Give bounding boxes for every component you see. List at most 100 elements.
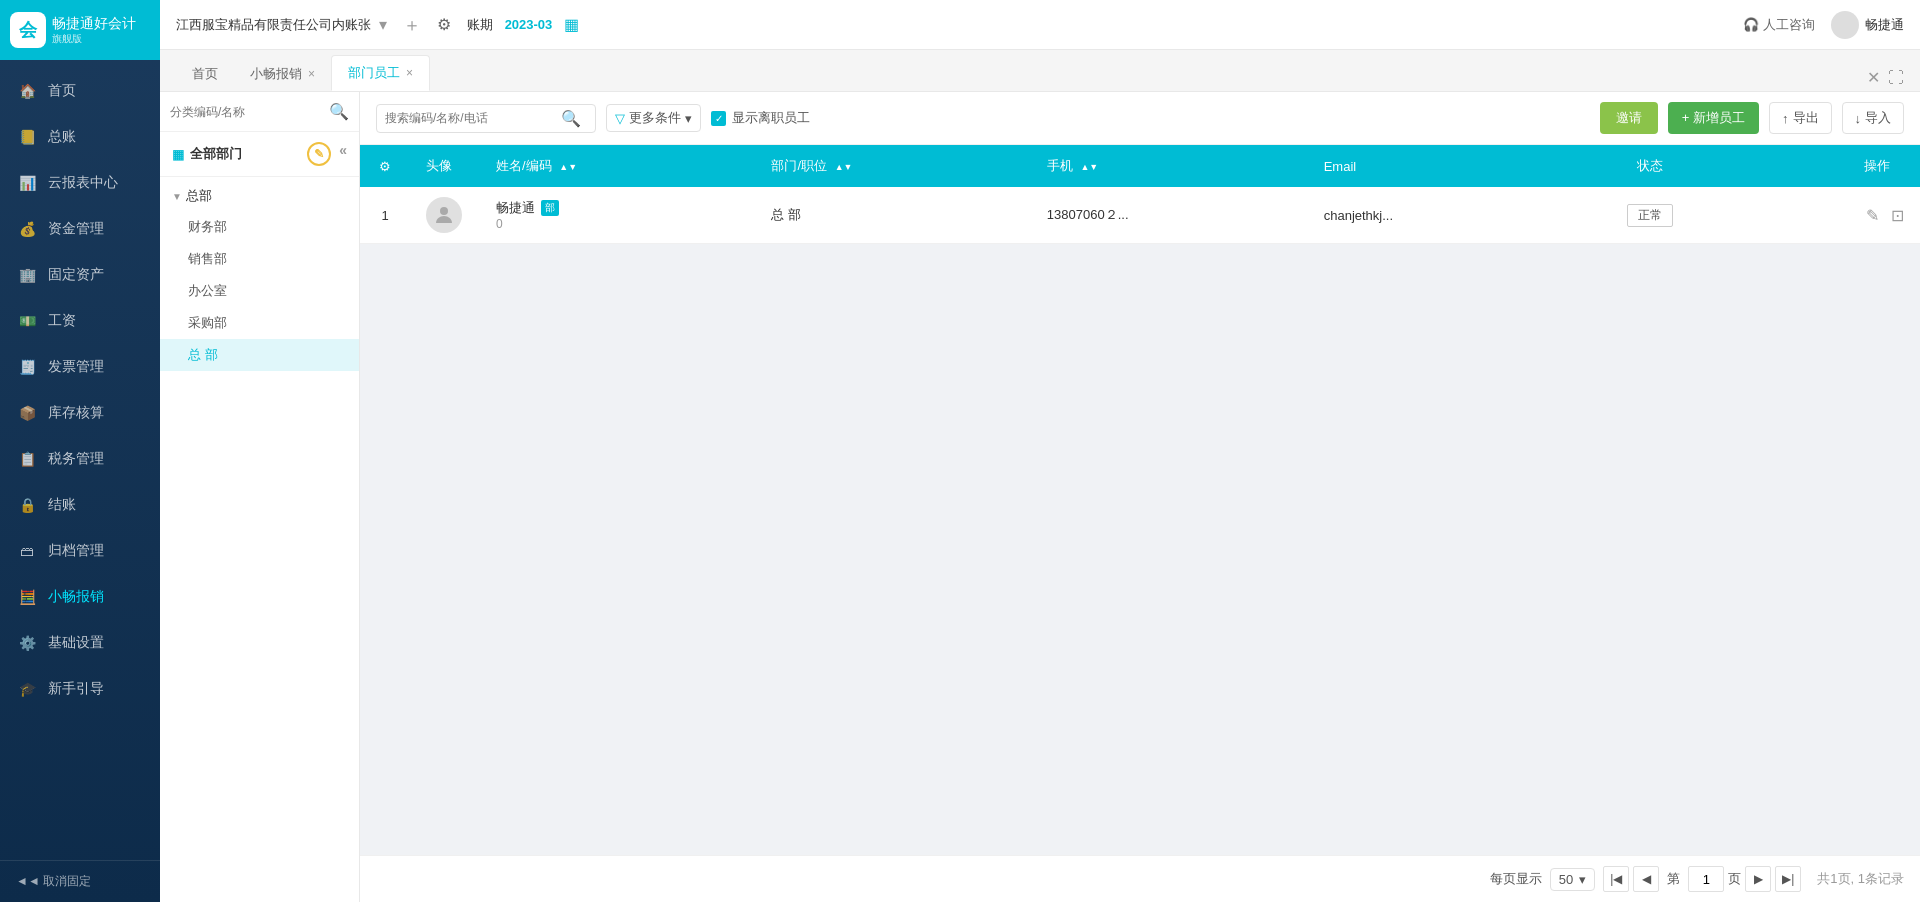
sidebar-item-payroll[interactable]: 💵 工资 — [0, 298, 160, 344]
tab-expense-close-icon[interactable]: × — [308, 67, 315, 81]
export-icon: ↑ — [1782, 111, 1789, 126]
sidebar-item-funds[interactable]: 💰 资金管理 — [0, 206, 160, 252]
edit-icon[interactable]: ✎ — [1866, 206, 1879, 225]
dept-search-box[interactable]: 🔍 — [160, 92, 359, 132]
dept-item-office[interactable]: 办公室 — [160, 275, 359, 307]
dept-item-purchase[interactable]: 采购部 — [160, 307, 359, 339]
sidebar-item-label: 固定资产 — [48, 266, 104, 284]
tax-icon: 📋 — [16, 448, 38, 470]
dept-search-icon[interactable]: 🔍 — [329, 102, 349, 121]
svg-point-0 — [440, 207, 448, 215]
dept-edit-button[interactable]: ✎ — [307, 142, 331, 166]
sidebar-item-label: 工资 — [48, 312, 76, 330]
dept-tree: ▼ 总部 财务部 销售部 办公室 采购部 总 部 — [160, 177, 359, 902]
home-icon: 🏠 — [16, 80, 38, 102]
dept-item-sales[interactable]: 销售部 — [160, 243, 359, 275]
col-action: 操作 — [1745, 145, 1920, 187]
import-label: 导入 — [1865, 109, 1891, 127]
sidebar-item-tax[interactable]: 📋 税务管理 — [0, 436, 160, 482]
period-label: 账期 2023-03 — [467, 16, 552, 34]
user-menu[interactable]: 畅捷通 — [1831, 11, 1904, 39]
page-first-button[interactable]: |◀ — [1603, 866, 1629, 892]
sort-name-icon[interactable]: ▲▼ — [559, 163, 577, 172]
calendar-icon[interactable]: ▦ — [564, 15, 579, 34]
col-settings[interactable]: ⚙ — [360, 145, 410, 187]
inventory-icon: 📦 — [16, 402, 38, 424]
reports-icon: 📊 — [16, 172, 38, 194]
filter-button[interactable]: ▽ 更多条件 ▾ — [606, 104, 701, 132]
tab-dept-employee[interactable]: 部门员工 × — [331, 55, 430, 91]
add-tab-button[interactable]: ＋ — [403, 13, 421, 37]
page-total: 共1页, 1条记录 — [1817, 870, 1904, 888]
sidebar-pin-toggle[interactable]: ◄◄ 取消固定 — [0, 860, 160, 902]
sidebar-item-inventory[interactable]: 📦 库存核算 — [0, 390, 160, 436]
emp-email: chanjethkj... — [1324, 208, 1393, 223]
add-employee-button[interactable]: + 新增员工 — [1668, 102, 1759, 134]
dept-collapse-icon[interactable]: « — [339, 142, 347, 166]
sidebar-item-ledger[interactable]: 📒 总账 — [0, 114, 160, 160]
tab-expand-icon[interactable]: ⛶ — [1888, 69, 1904, 87]
page-size-select[interactable]: 50 ▾ — [1550, 868, 1595, 891]
filter-arrow-icon: ▾ — [685, 111, 692, 126]
service-button[interactable]: 🎧 人工咨询 — [1743, 16, 1815, 34]
tab-expense[interactable]: 小畅报销 × — [234, 57, 331, 91]
assets-icon: 🏢 — [16, 264, 38, 286]
dept-item-finance[interactable]: 财务部 — [160, 211, 359, 243]
page-last-button[interactable]: ▶| — [1775, 866, 1801, 892]
topbar-right: 🎧 人工咨询 畅捷通 — [1743, 11, 1904, 39]
invite-button[interactable]: 邀请 — [1600, 102, 1658, 134]
dept-search-input[interactable] — [170, 105, 323, 119]
page-nav: |◀ ◀ 第 页 ▶ ▶| — [1603, 866, 1801, 892]
settings-gear-icon[interactable]: ⚙ — [437, 15, 451, 34]
sidebar-item-guide[interactable]: 🎓 新手引导 — [0, 666, 160, 712]
row-no: 1 — [360, 187, 410, 244]
employee-table-wrapper: ⚙ 头像 姓名/编码 ▲▼ 部门/职位 ▲▼ 手机 — [360, 145, 1920, 855]
page-prev-button[interactable]: ◀ — [1633, 866, 1659, 892]
sidebar-item-archive[interactable]: 🗃 归档管理 — [0, 528, 160, 574]
col-phone[interactable]: 手机 ▲▼ — [1031, 145, 1308, 187]
dept-item-general[interactable]: 总 部 — [160, 339, 359, 371]
sidebar-item-assets[interactable]: 🏢 固定资产 — [0, 252, 160, 298]
dept-panel: 🔍 ▦ 全部部门 ✎ « ▼ 总部 财务部 销售部 办公室 采购部 总 部 — [160, 92, 360, 902]
sidebar-item-invoice[interactable]: 🧾 发票管理 — [0, 344, 160, 390]
dropdown-arrow-icon[interactable]: ▾ — [379, 15, 387, 34]
dept-arrow-icon: ▼ — [172, 191, 182, 202]
search-icon[interactable]: 🔍 — [561, 109, 581, 128]
col-name[interactable]: 姓名/编码 ▲▼ — [480, 145, 755, 187]
sidebar-item-label: 基础设置 — [48, 634, 104, 652]
col-dept[interactable]: 部门/职位 ▲▼ — [755, 145, 1030, 187]
main-area: 🔍 ▦ 全部部门 ✎ « ▼ 总部 财务部 销售部 办公室 采购部 总 部 — [160, 92, 1920, 902]
sort-dept-icon[interactable]: ▲▼ — [835, 163, 853, 172]
row-action-cell: ✎ ⊡ — [1745, 187, 1920, 244]
tab-close-all-icon[interactable]: ✕ — [1867, 68, 1880, 87]
avatar — [1831, 11, 1859, 39]
sidebar-item-home[interactable]: 🏠 首页 — [0, 68, 160, 114]
show-resigned-checkbox[interactable]: ✓ — [711, 111, 726, 126]
sidebar-item-close[interactable]: 🔒 结账 — [0, 482, 160, 528]
export-button[interactable]: ↑ 导出 — [1769, 102, 1832, 134]
leave-icon[interactable]: ⊡ — [1891, 206, 1904, 225]
emp-dept: 总 部 — [771, 207, 801, 222]
expense-icon: 🧮 — [16, 586, 38, 608]
tab-home[interactable]: 首页 — [176, 57, 234, 91]
dept-group-label: 总部 — [186, 187, 212, 205]
sidebar-item-settings[interactable]: ⚙️ 基础设置 — [0, 620, 160, 666]
sidebar-logo: 会 畅捷通好会计 旗舰版 — [0, 0, 160, 60]
employee-search-input[interactable] — [385, 111, 555, 125]
sort-phone-icon[interactable]: ▲▼ — [1080, 163, 1098, 172]
row-dept-cell: 总 部 — [755, 187, 1030, 244]
employee-search-box[interactable]: 🔍 — [376, 104, 596, 133]
page-input[interactable] — [1688, 866, 1724, 892]
show-resigned-label: 显示离职员工 — [732, 109, 810, 127]
col-avatar-label: 头像 — [426, 158, 452, 173]
user-name: 畅捷通 — [1865, 16, 1904, 34]
tab-dept-close-icon[interactable]: × — [406, 66, 413, 80]
show-resigned-toggle[interactable]: ✓ 显示离职员工 — [711, 109, 810, 127]
logo-text-block: 畅捷通好会计 旗舰版 — [52, 14, 136, 46]
page-next-button[interactable]: ▶ — [1745, 866, 1771, 892]
topbar: 江西服宝精品有限责任公司内账张 ▾ ＋ ⚙ 账期 2023-03 ▦ 🎧 人工咨… — [160, 0, 1920, 50]
import-button[interactable]: ↓ 导入 — [1842, 102, 1905, 134]
sidebar-item-expense[interactable]: 🧮 小畅报销 — [0, 574, 160, 620]
sidebar-item-reports[interactable]: 📊 云报表中心 — [0, 160, 160, 206]
ledger-icon: 📒 — [16, 126, 38, 148]
